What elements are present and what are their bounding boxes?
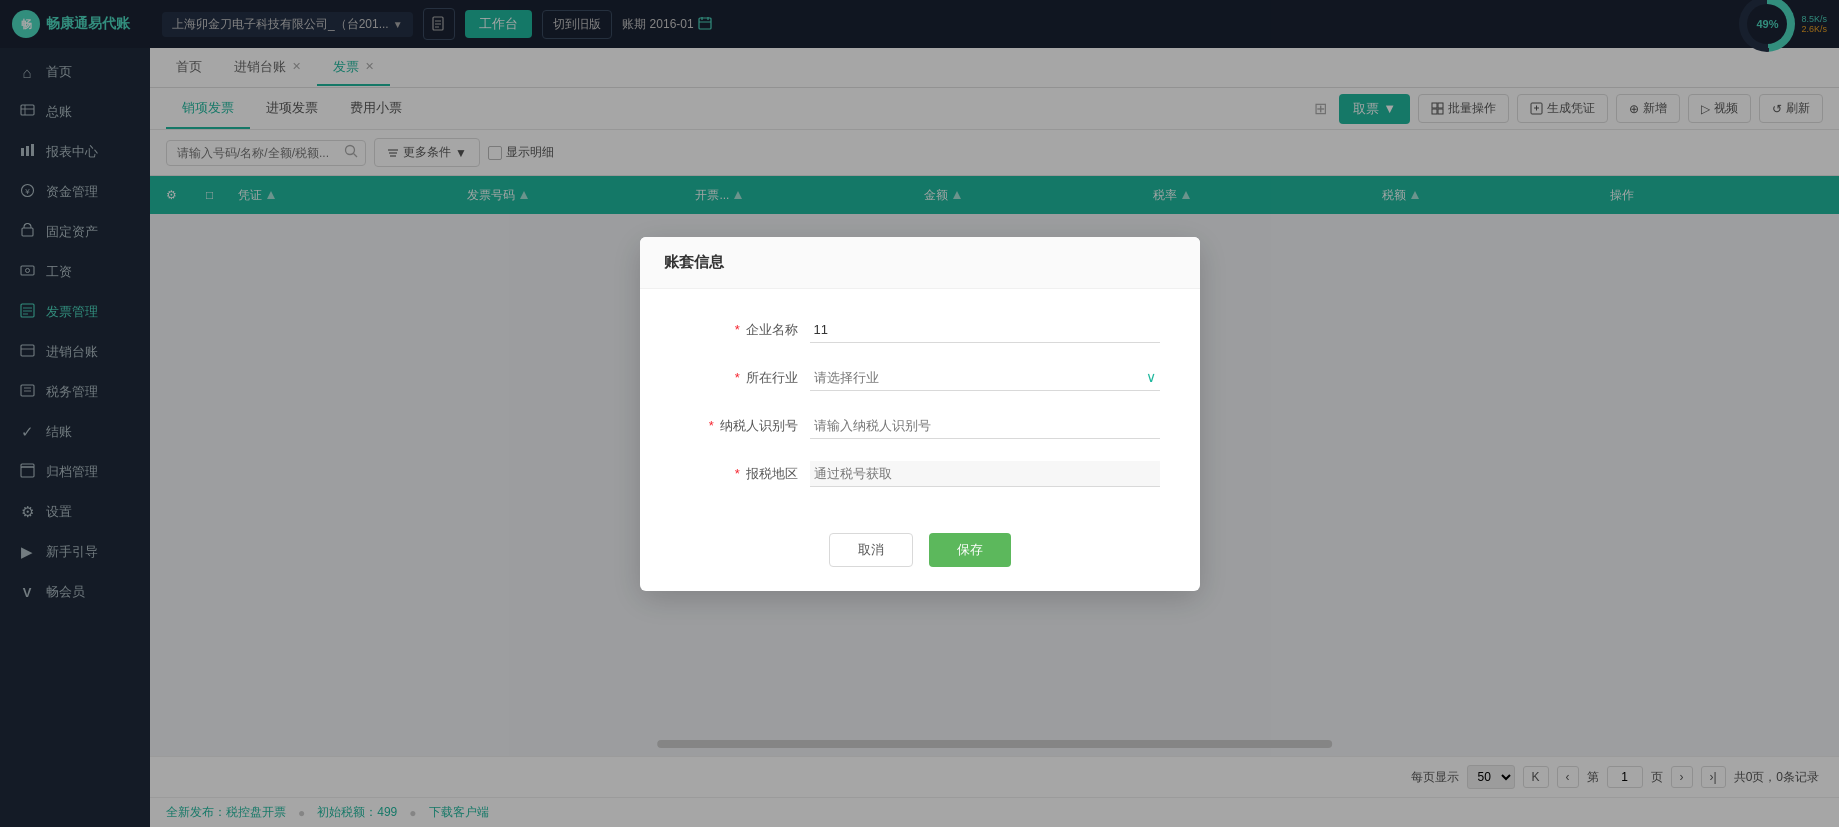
industry-select-wrap: ∨: [810, 365, 1160, 391]
industry-dropdown-arrow[interactable]: ∨: [1146, 369, 1160, 385]
industry-select-input[interactable]: [810, 365, 1146, 390]
tax-region-label: * 报税地区: [680, 465, 810, 483]
modal-body: * 企业名称 * 所在行业 ∨ * 纳税人识: [640, 289, 1200, 517]
tax-id-label: * 纳税人识别号: [680, 417, 810, 435]
cancel-button[interactable]: 取消: [829, 533, 913, 567]
form-row-tax-id: * 纳税人识别号: [680, 413, 1160, 439]
modal-footer: 取消 保存: [640, 517, 1200, 567]
industry-label: * 所在行业: [680, 369, 810, 387]
save-button[interactable]: 保存: [929, 533, 1011, 567]
company-name-label: * 企业名称: [680, 321, 810, 339]
form-row-company-name: * 企业名称: [680, 317, 1160, 343]
tax-region-input: [810, 461, 1160, 487]
company-name-input[interactable]: [810, 317, 1160, 343]
form-row-industry: * 所在行业 ∨: [680, 365, 1160, 391]
modal-dialog: 账套信息 * 企业名称 * 所在行业 ∨: [640, 237, 1200, 591]
modal-title: 账套信息: [640, 237, 1200, 289]
form-row-tax-region: * 报税地区: [680, 461, 1160, 487]
tax-id-input[interactable]: [810, 413, 1160, 439]
modal-overlay: 账套信息 * 企业名称 * 所在行业 ∨: [0, 0, 1839, 827]
